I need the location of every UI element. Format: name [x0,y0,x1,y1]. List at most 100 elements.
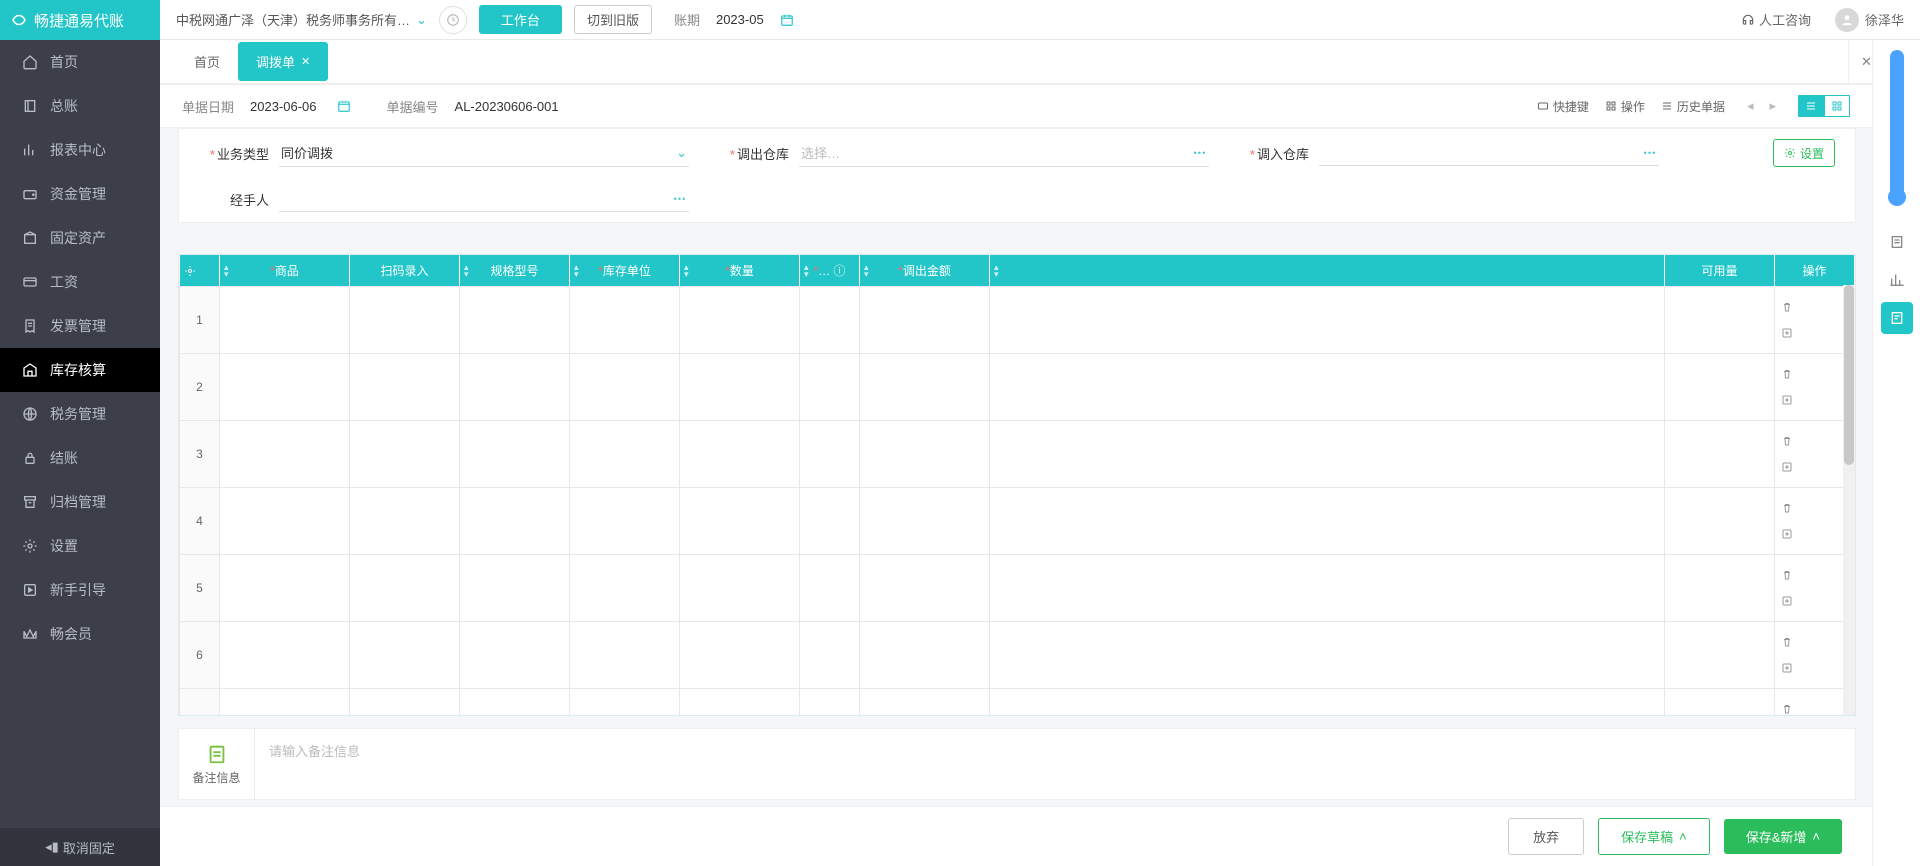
nav-item-8[interactable]: 税务管理 [0,392,160,436]
rail-item-3[interactable] [1881,302,1913,334]
tab-home[interactable]: 首页 [176,42,238,81]
row-number: 7 [180,689,220,717]
period-value: 2023-05 [716,12,764,27]
col-scan[interactable]: 扫码录入 [350,255,460,287]
add-row-icon[interactable] [1781,394,1848,406]
history-link[interactable]: 历史单据 [1661,98,1725,115]
col-out-amount[interactable]: ▴▾*调出金额 [860,255,990,287]
nav-item-3[interactable]: 资金管理 [0,172,160,216]
col-spec[interactable]: ▴▾规格型号 [460,255,570,287]
nav-item-13[interactable]: 畅会员 [0,612,160,656]
support-link[interactable]: 人工咨询 [1741,10,1811,29]
table-scrollbar[interactable] [1843,285,1855,715]
save-draft-button[interactable]: 保存草稿˄ [1598,818,1710,855]
home-icon [22,54,38,70]
field-biz-type: *业务类型 同价调拨 ⌄ [199,139,689,167]
vip-icon [22,626,38,642]
col-available[interactable]: 可用量 [1665,255,1775,287]
table-row[interactable]: 7 [180,689,1855,717]
discard-button[interactable]: 放弃 [1508,818,1584,855]
more-icon[interactable]: ⋯ [1193,145,1207,161]
col-unit[interactable]: ▴▾*库存单位 [570,255,680,287]
col-product[interactable]: ▴▾*商品 [220,255,350,287]
card-icon [22,274,38,290]
right-rail [1872,40,1920,866]
table-row[interactable]: 5 [180,555,1855,622]
delete-row-icon[interactable] [1781,636,1848,648]
delete-row-icon[interactable] [1781,301,1848,313]
nav-item-11[interactable]: 设置 [0,524,160,568]
switch-old-button[interactable]: 切到旧版 [574,5,652,34]
table-row[interactable]: 3 [180,421,1855,488]
operate-link[interactable]: 操作 [1605,98,1645,115]
note-icon [206,743,228,765]
box-icon [22,230,38,246]
nav-item-2[interactable]: 报表中心 [0,128,160,172]
add-row-icon[interactable] [1781,461,1848,473]
row-number: 4 [180,488,220,555]
tab-transfer-order[interactable]: 调拨单 ✕ [238,42,328,81]
table-row[interactable]: 4 [180,488,1855,555]
rail-slider[interactable] [1890,50,1904,200]
row-number: 1 [180,287,220,354]
refresh-button[interactable] [439,6,467,34]
calendar-icon[interactable] [337,99,351,113]
pager-next[interactable]: ▸ [1763,96,1782,116]
nav-item-0[interactable]: 首页 [0,40,160,84]
col-more[interactable]: ▴▾*… ⓘ [800,255,860,287]
rail-item-2[interactable] [1881,264,1913,296]
shortcut-link[interactable]: 快捷键 [1537,98,1589,115]
gear-icon [22,538,38,554]
add-row-icon[interactable] [1781,662,1848,674]
org-selector[interactable]: 中税网通广泽（天津）税务师事务所有… ⌄ [176,10,427,29]
table-row[interactable]: 2 [180,354,1855,421]
settings-button[interactable]: 设置 [1773,139,1835,167]
brand[interactable]: 畅捷通易代账 [0,0,160,40]
save-new-button[interactable]: 保存&新增˄ [1724,819,1842,854]
chart-icon [22,142,38,158]
nav-item-7[interactable]: 库存核算 [0,348,160,392]
help-icon[interactable]: ⓘ [834,264,846,278]
add-row-icon[interactable] [1781,528,1848,540]
delete-row-icon[interactable] [1781,703,1848,715]
pin-toggle[interactable]: ◂▮ 取消固定 [0,828,160,866]
delete-row-icon[interactable] [1781,502,1848,514]
workbench-button[interactable]: 工作台 [479,5,562,34]
handler-select[interactable]: ⋯ [279,187,689,212]
rail-item-1[interactable] [1881,226,1913,258]
doc-icon [1889,234,1905,250]
line-items-table: ▴▾*商品 扫码录入 ▴▾规格型号 ▴▾*库存单位 ▴▾*数量 ▴▾*… ⓘ ▴… [178,254,1856,716]
nav-item-6[interactable]: 发票管理 [0,304,160,348]
table-row[interactable]: 6 [180,622,1855,689]
table-row[interactable]: 1 [180,287,1855,354]
add-row-icon[interactable] [1781,595,1848,607]
nav-item-10[interactable]: 归档管理 [0,480,160,524]
remark-input[interactable] [255,729,1855,799]
more-icon[interactable]: ⋯ [673,191,687,207]
col-gear[interactable] [180,255,220,287]
nav-item-5[interactable]: 工资 [0,260,160,304]
tab-bar: 首页 调拨单 ✕ ✕ [160,40,1920,84]
biz-type-select[interactable]: 同价调拨 ⌄ [279,139,689,167]
nav-item-1[interactable]: 总账 [0,84,160,128]
view-card[interactable] [1824,95,1850,117]
out-warehouse-select[interactable]: 选择… ⋯ [799,139,1209,167]
chevron-down-icon: ⌄ [676,145,687,161]
calendar-icon[interactable] [780,13,794,27]
delete-row-icon[interactable] [1781,368,1848,380]
nav-item-12[interactable]: 新手引导 [0,568,160,612]
footer-actions: 放弃 保存草稿˄ 保存&新增˄ [160,806,1872,866]
view-list[interactable] [1798,95,1824,117]
doc-date-value[interactable]: 2023-06-06 [250,99,317,114]
add-row-icon[interactable] [1781,327,1848,339]
close-icon[interactable]: ✕ [301,55,310,68]
nav-item-4[interactable]: 固定资产 [0,216,160,260]
pager-prev[interactable]: ◂ [1741,96,1760,116]
nav-item-9[interactable]: 结账 [0,436,160,480]
in-warehouse-select[interactable]: ⋯ [1319,141,1659,166]
more-icon[interactable]: ⋯ [1643,145,1657,161]
col-qty[interactable]: ▴▾*数量 [680,255,800,287]
user-menu[interactable]: 徐泽华 [1835,8,1904,32]
delete-row-icon[interactable] [1781,435,1848,447]
delete-row-icon[interactable] [1781,569,1848,581]
